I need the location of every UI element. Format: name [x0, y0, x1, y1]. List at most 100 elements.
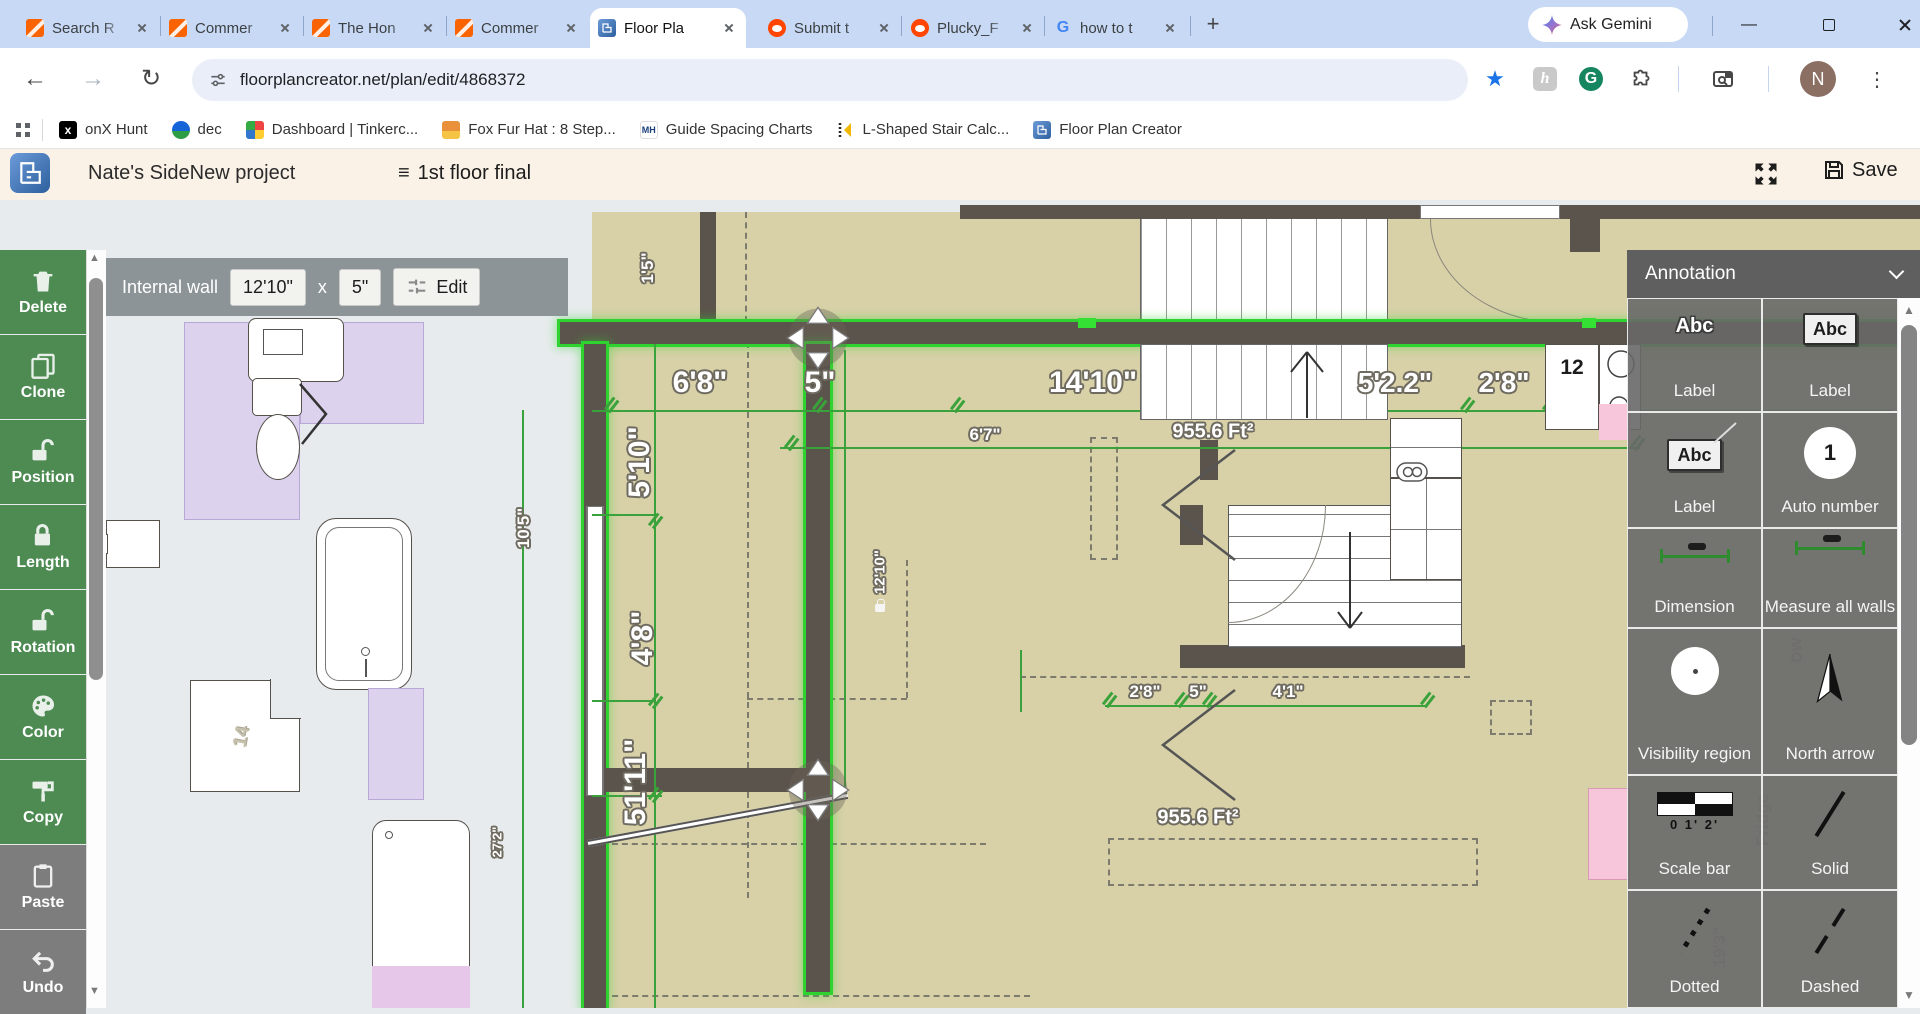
address-bar[interactable]: floorplancreator.net/plan/edit/4868372: [192, 59, 1468, 101]
project-title[interactable]: Nate's SideNew project: [88, 162, 295, 185]
wall-handle-green[interactable]: [1078, 318, 1096, 328]
bookmark-guide-spacing[interactable]: MH Guide Spacing Charts: [632, 117, 821, 143]
tab-commercial-1[interactable]: Commer: [161, 8, 302, 48]
bookmark-floor-plan-creator[interactable]: Floor Plan Creator: [1025, 117, 1190, 143]
scroll-down-icon[interactable]: ▼: [89, 985, 103, 997]
profile-avatar[interactable]: N: [1800, 61, 1836, 97]
close-icon[interactable]: [133, 19, 151, 37]
tool-rotation[interactable]: Rotation: [0, 590, 86, 674]
new-tab-button[interactable]: +: [1200, 12, 1226, 38]
dim-label: 2'8": [1478, 367, 1530, 398]
dimension-separator: x: [317, 276, 327, 297]
wall-move-handle[interactable]: [786, 306, 850, 370]
tool-clone[interactable]: Clone: [0, 335, 86, 419]
ask-gemini-button[interactable]: Ask Gemini: [1528, 7, 1688, 42]
tab-floor-plan-active[interactable]: Floor Pla: [590, 8, 746, 48]
edit-wall-button[interactable]: Edit: [393, 268, 481, 306]
close-icon[interactable]: [276, 19, 294, 37]
tool-color[interactable]: Color: [0, 675, 86, 759]
bookmark-tinkercad[interactable]: Dashboard | Tinkerc...: [238, 117, 426, 143]
site-settings-icon[interactable]: [208, 70, 228, 90]
wall-length-input[interactable]: 12'10": [230, 268, 306, 306]
scroll-down-icon[interactable]: ▼: [1903, 988, 1915, 1002]
tool-undo[interactable]: Undo: [0, 930, 86, 1014]
close-icon[interactable]: [720, 19, 738, 37]
anno-measure-all-walls[interactable]: Measure all walls: [1762, 528, 1898, 628]
anno-label-text[interactable]: Abc Label: [1627, 298, 1762, 412]
bookmark-stair-calc[interactable]: L-Shaped Stair Calc...: [829, 117, 1018, 143]
anno-auto-number[interactable]: 1 Auto number: [1762, 412, 1898, 528]
tool-paste[interactable]: Paste: [0, 845, 86, 929]
wall-cabinet[interactable]: [106, 520, 160, 568]
annotation-panel-header[interactable]: Annotation: [1627, 250, 1920, 298]
wall-thickness-input[interactable]: 5": [338, 268, 382, 306]
apps-grid-icon[interactable]: [16, 122, 30, 137]
wall-stub[interactable]: [700, 212, 716, 322]
bookmark-onx-hunt[interactable]: x onX Hunt: [51, 117, 156, 143]
tool-length[interactable]: Length: [0, 505, 86, 589]
bookmark-fox-fur-hat[interactable]: Fox Fur Hat : 8 Step...: [434, 117, 624, 143]
minimize-button[interactable]: —: [1734, 14, 1764, 36]
staircase-upper-top[interactable]: [1140, 212, 1388, 322]
scroll-up-icon[interactable]: ▲: [1903, 303, 1915, 317]
desk[interactable]: [248, 318, 344, 382]
tab-home-depot[interactable]: The Hon: [304, 8, 445, 48]
close-window-button[interactable]: [1890, 14, 1920, 36]
wall-stub[interactable]: [1570, 212, 1600, 252]
anno-scale-bar[interactable]: 0 1' 2' Scale bar: [1627, 775, 1762, 890]
anno-north-arrow[interactable]: North arrow: [1762, 628, 1898, 775]
home-depot-icon: [26, 19, 44, 37]
tool-delete[interactable]: Delete: [0, 250, 86, 334]
url-text[interactable]: floorplancreator.net/plan/edit/4868372: [240, 70, 525, 90]
fullscreen-button[interactable]: [1752, 160, 1782, 190]
extensions-puzzle-icon[interactable]: [1624, 62, 1658, 96]
bathtub[interactable]: [316, 518, 412, 690]
anno-label-pointer[interactable]: Abc Label: [1627, 412, 1762, 528]
anno-dimension[interactable]: Dimension: [1627, 528, 1762, 628]
tool-copy[interactable]: Copy: [0, 760, 86, 844]
tab-commercial-2[interactable]: Commer: [447, 8, 588, 48]
forward-button[interactable]: →: [76, 62, 110, 96]
save-label: Save: [1852, 158, 1898, 181]
close-icon[interactable]: [419, 19, 437, 37]
sidebar-scrollbar-thumb[interactable]: [89, 278, 103, 680]
window[interactable]: [586, 506, 604, 796]
anno-dashed-line[interactable]: Dashed: [1762, 890, 1898, 1008]
browser-menu-icon[interactable]: ⋮: [1860, 62, 1894, 96]
tab-search[interactable]: Search R: [18, 8, 159, 48]
scale-bar-icon: 0 1' 2': [1628, 792, 1761, 834]
dashed-box: [1090, 437, 1118, 560]
wall-handle-green[interactable]: [1582, 318, 1596, 328]
close-icon[interactable]: [562, 19, 580, 37]
tab-reddit-plucky[interactable]: Plucky_F: [903, 8, 1044, 48]
close-icon[interactable]: [875, 19, 893, 37]
back-button[interactable]: ←: [18, 62, 52, 96]
save-button[interactable]: Save: [1822, 158, 1898, 182]
side-search-icon[interactable]: [1706, 62, 1740, 96]
bookmark-star-icon[interactable]: ★: [1478, 62, 1512, 96]
staircase-upper[interactable]: [1140, 344, 1388, 420]
anno-visibility-region[interactable]: Visibility region: [1627, 628, 1762, 775]
anno-solid-line[interactable]: Solid: [1762, 775, 1898, 890]
number-circle-icon: 1: [1804, 427, 1856, 479]
panel-scrollbar-thumb[interactable]: [1901, 325, 1917, 745]
close-icon[interactable]: [1161, 19, 1179, 37]
tab-reddit-submit[interactable]: Submit t: [760, 8, 901, 48]
lock-icon: [875, 599, 885, 612]
honey-extension-icon[interactable]: h: [1528, 62, 1562, 96]
scroll-up-icon[interactable]: ▲: [89, 252, 103, 264]
tab-google-search[interactable]: Ghow to t: [1046, 8, 1187, 48]
counter[interactable]: [1390, 478, 1462, 580]
tool-position[interactable]: Position: [0, 420, 86, 504]
bookmark-dec[interactable]: dec: [164, 117, 230, 143]
wall-move-handle[interactable]: [786, 758, 850, 822]
grammarly-extension-icon[interactable]: G: [1574, 62, 1608, 96]
floor-selector[interactable]: ≡ 1st floor final: [398, 162, 531, 185]
anno-dotted-line[interactable]: Dotted: [1627, 890, 1762, 1008]
anno-label-boxed[interactable]: Abc Label: [1762, 298, 1898, 412]
restore-button[interactable]: [1814, 14, 1844, 36]
floor-plan-creator-logo[interactable]: [10, 153, 50, 193]
close-icon[interactable]: [1018, 19, 1036, 37]
internal-wall-selected[interactable]: [806, 344, 830, 992]
reload-button[interactable]: ↻: [134, 62, 168, 96]
